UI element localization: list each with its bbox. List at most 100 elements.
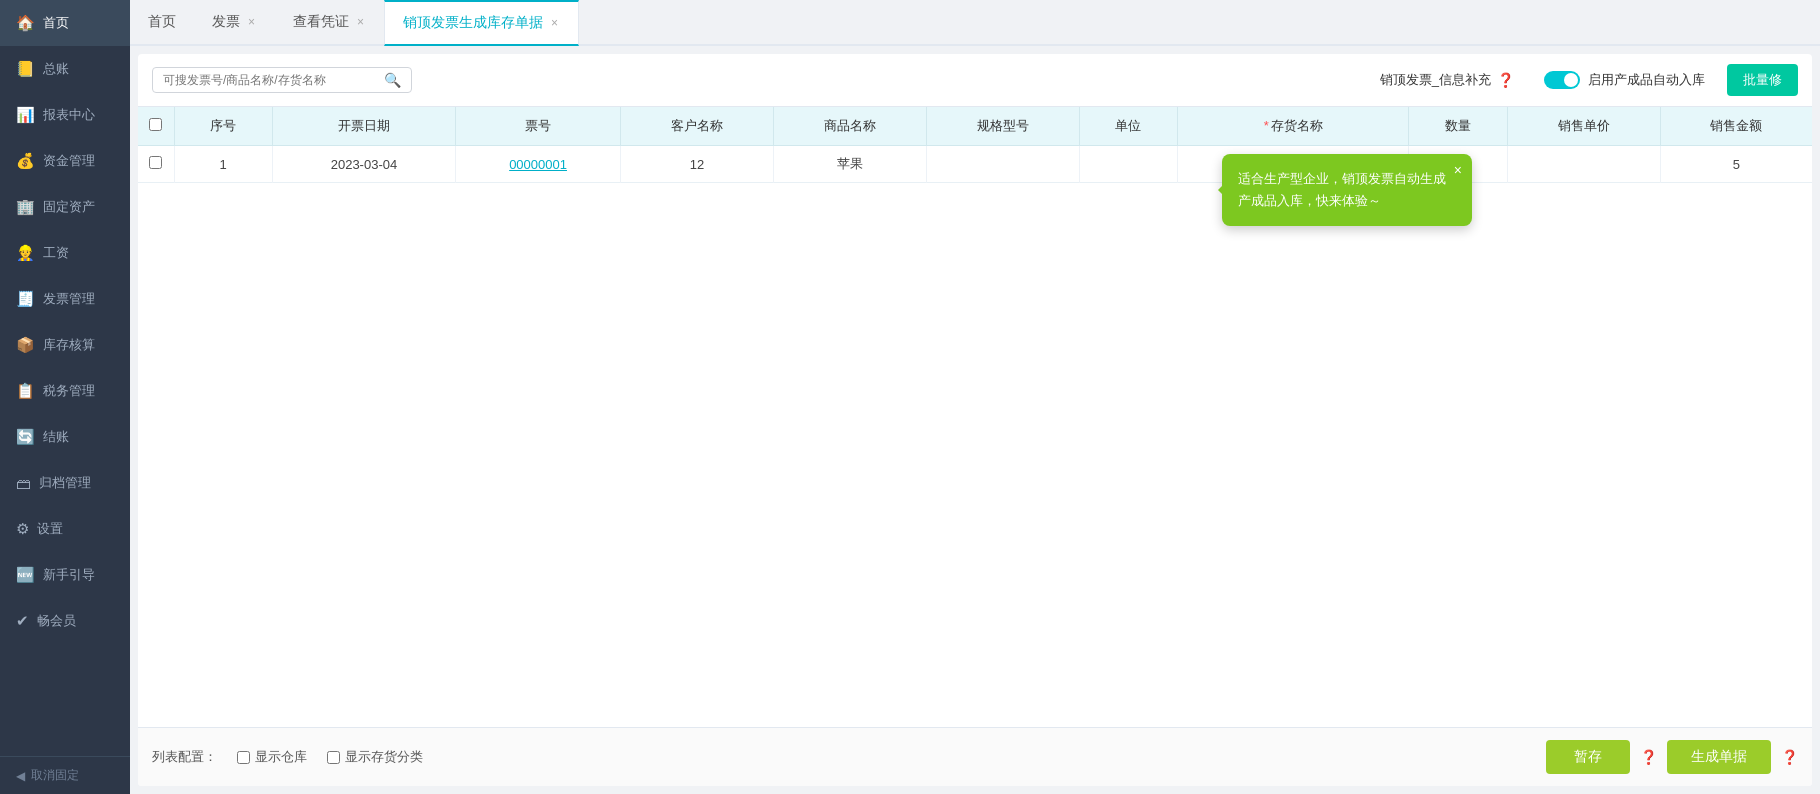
col-date: 开票日期: [272, 107, 455, 146]
col-unit: 单位: [1079, 107, 1177, 146]
sidebar-item-settings[interactable]: ⚙ 设置: [0, 506, 130, 552]
guide-icon: 🆕: [16, 566, 35, 584]
tooltip-close-button[interactable]: ×: [1454, 162, 1462, 178]
sidebar-item-inventory[interactable]: 📦 库存核算: [0, 322, 130, 368]
auto-warehouse-toggle[interactable]: [1544, 71, 1580, 89]
tooltip-popup: × 适合生产型企业，销顶发票自动生成产成品入库，快来体验～: [1222, 154, 1472, 226]
col-amount: 销售金额: [1660, 107, 1812, 146]
select-all-checkbox[interactable]: [149, 118, 162, 131]
sidebar-item-member[interactable]: ✔ 畅会员: [0, 598, 130, 644]
table-header-row: 序号 开票日期 票号 客户名称 商品名称 规格型号 单位 *存货名称 数量 销售…: [138, 107, 1812, 146]
tab-sales-invoice-close[interactable]: ×: [549, 14, 560, 32]
bottom-bar: 列表配置： 显示仓库 显示存货分类 暂存 ❓ 生成单据 ❓: [138, 727, 1812, 786]
tab-invoice-close[interactable]: ×: [246, 13, 257, 31]
show-inventory-category-checkbox[interactable]: 显示存货分类: [327, 748, 423, 766]
row-customer: 12: [621, 146, 774, 183]
col-price: 销售单价: [1507, 107, 1660, 146]
row-product-name: 苹果: [773, 146, 926, 183]
sidebar-item-wages[interactable]: 👷 工资: [0, 230, 130, 276]
info-section: 销顶发票_信息补充 ❓: [1380, 71, 1514, 89]
toggle-section: 启用产成品自动入库: [1544, 71, 1705, 89]
tab-home[interactable]: 首页: [130, 0, 194, 46]
funds-icon: 💰: [16, 152, 35, 170]
toggle-knob: [1564, 73, 1578, 87]
sidebar-unpin[interactable]: ◀ 取消固定: [0, 756, 130, 794]
sidebar-item-label: 固定资产: [43, 198, 95, 216]
member-icon: ✔: [16, 612, 29, 630]
generate-button[interactable]: 生成单据: [1667, 740, 1771, 774]
col-inventory-name: *存货名称: [1177, 107, 1409, 146]
sidebar-item-fixed-assets[interactable]: 🏢 固定资产: [0, 184, 130, 230]
col-ticket-no: 票号: [456, 107, 621, 146]
table-container: 序号 开票日期 票号 客户名称 商品名称 规格型号 单位 *存货名称 数量 销售…: [138, 107, 1812, 727]
info-icon[interactable]: ❓: [1497, 72, 1514, 88]
list-config-label: 列表配置：: [152, 748, 217, 766]
data-table: 序号 开票日期 票号 客户名称 商品名称 规格型号 单位 *存货名称 数量 销售…: [138, 107, 1812, 183]
invoice-icon: 🧾: [16, 290, 35, 308]
archive-icon: 🗃: [16, 475, 31, 492]
table-row: 1 2023-03-04 00000001 12 苹果 000001 苹果 个 …: [138, 146, 1812, 183]
info-label: 销顶发票_信息补充: [1380, 71, 1491, 89]
tax-icon: 📋: [16, 382, 35, 400]
sidebar-item-guide[interactable]: 🆕 新手引导: [0, 552, 130, 598]
sidebar-item-label: 畅会员: [37, 612, 76, 630]
main-area: 首页 发票 × 查看凭证 × 销顶发票生成库存单据 × 🔍 销顶发票_信息补充 …: [130, 0, 1820, 794]
show-inventory-category-label: 显示存货分类: [345, 748, 423, 766]
sidebar-item-label: 归档管理: [39, 474, 91, 492]
sidebar: 🏠 首页 📒 总账 📊 报表中心 💰 资金管理 🏢 固定资产 👷 工资 🧾 发票…: [0, 0, 130, 794]
ledger-icon: 📒: [16, 60, 35, 78]
col-customer: 客户名称: [621, 107, 774, 146]
row-ticket-no[interactable]: 00000001: [456, 146, 621, 183]
reports-icon: 📊: [16, 106, 35, 124]
home-icon: 🏠: [16, 14, 35, 32]
save-help-icon[interactable]: ❓: [1640, 749, 1657, 765]
search-box[interactable]: 🔍: [152, 67, 412, 93]
show-warehouse-label: 显示仓库: [255, 748, 307, 766]
tab-invoice[interactable]: 发票 ×: [194, 0, 275, 46]
sidebar-item-general-ledger[interactable]: 📒 总账: [0, 46, 130, 92]
inventory-icon: 📦: [16, 336, 35, 354]
row-unit: [1079, 146, 1177, 183]
sidebar-item-funds[interactable]: 💰 资金管理: [0, 138, 130, 184]
unpin-icon: ◀: [16, 769, 25, 783]
sidebar-item-invoice-mgmt[interactable]: 🧾 发票管理: [0, 276, 130, 322]
row-date: 2023-03-04: [272, 146, 455, 183]
save-button[interactable]: 暂存: [1546, 740, 1630, 774]
tab-voucher-close[interactable]: ×: [355, 13, 366, 31]
sidebar-item-tax[interactable]: 📋 税务管理: [0, 368, 130, 414]
row-amount: 5: [1660, 146, 1812, 183]
bottom-actions: 暂存 ❓ 生成单据 ❓: [1546, 740, 1798, 774]
content-area: 🔍 销顶发票_信息补充 ❓ 启用产成品自动入库 批量修: [138, 54, 1812, 786]
tab-sales-invoice-label: 销顶发票生成库存单据: [403, 14, 543, 32]
search-input[interactable]: [163, 73, 378, 87]
tab-sales-invoice[interactable]: 销顶发票生成库存单据 ×: [384, 0, 579, 46]
table-body: 1 2023-03-04 00000001 12 苹果 000001 苹果 个 …: [138, 146, 1812, 183]
search-icon: 🔍: [384, 72, 401, 88]
assets-icon: 🏢: [16, 198, 35, 216]
batch-edit-button[interactable]: 批量修: [1727, 64, 1798, 96]
tooltip-text: 适合生产型企业，销顶发票自动生成产成品入库，快来体验～: [1238, 171, 1446, 208]
sidebar-item-label: 新手引导: [43, 566, 95, 584]
tab-voucher-label: 查看凭证: [293, 13, 349, 31]
settlement-icon: 🔄: [16, 428, 35, 446]
show-inventory-category-input[interactable]: [327, 751, 340, 764]
sidebar-item-settlement[interactable]: 🔄 结账: [0, 414, 130, 460]
sidebar-item-reports[interactable]: 📊 报表中心: [0, 92, 130, 138]
row-seq: 1: [174, 146, 272, 183]
sidebar-item-label: 发票管理: [43, 290, 95, 308]
sidebar-item-label: 总账: [43, 60, 69, 78]
col-product-name: 商品名称: [773, 107, 926, 146]
tab-invoice-label: 发票: [212, 13, 240, 31]
tab-voucher[interactable]: 查看凭证 ×: [275, 0, 384, 46]
sidebar-item-archive[interactable]: 🗃 归档管理: [0, 460, 130, 506]
sidebar-item-label: 库存核算: [43, 336, 95, 354]
show-warehouse-checkbox[interactable]: 显示仓库: [237, 748, 307, 766]
row-checkbox-cell: [138, 146, 174, 183]
sidebar-item-home[interactable]: 🏠 首页: [0, 0, 130, 46]
sidebar-item-label: 工资: [43, 244, 69, 262]
sidebar-item-label: 设置: [37, 520, 63, 538]
show-warehouse-input[interactable]: [237, 751, 250, 764]
row-checkbox[interactable]: [149, 156, 162, 169]
col-spec: 规格型号: [926, 107, 1079, 146]
generate-help-icon[interactable]: ❓: [1781, 749, 1798, 765]
